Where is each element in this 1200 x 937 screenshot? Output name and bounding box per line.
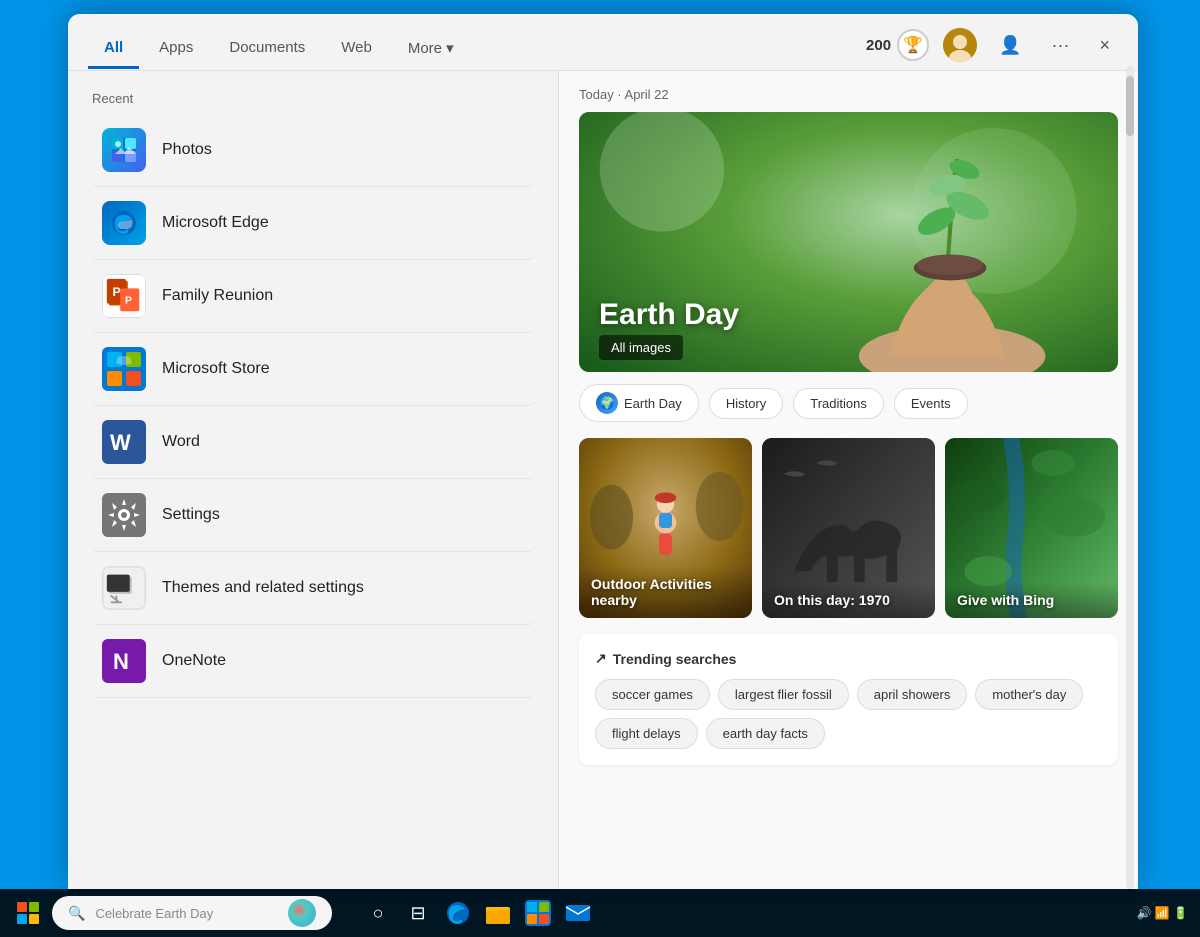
word-icon: W <box>102 420 146 464</box>
taskbar-multitask-icon[interactable]: ⊟ <box>400 895 436 931</box>
card-give[interactable]: Give with Bing <box>945 438 1118 618</box>
tags-row: 🌍 Earth Day History Traditions Events <box>579 384 1118 422</box>
trend-chip[interactable]: april showers <box>857 679 968 710</box>
tag-traditions[interactable]: Traditions <box>793 388 884 419</box>
trend-chip[interactable]: earth day facts <box>706 718 825 749</box>
taskbar-search-box[interactable]: 🔍 Celebrate Earth Day <box>52 896 332 930</box>
date-label: Today · April 22 <box>579 87 1118 102</box>
tag-label: Events <box>911 396 951 411</box>
app-name-store: Microsoft Store <box>162 360 270 378</box>
score-number: 200 <box>866 37 891 54</box>
card-outdoor[interactable]: Outdoor Activities nearby <box>579 438 752 618</box>
tag-label: Traditions <box>810 396 867 411</box>
list-item[interactable]: Settings <box>92 479 534 552</box>
search-magnifier-icon: 🔍 <box>68 905 85 922</box>
trend-chip[interactable]: flight delays <box>595 718 698 749</box>
svg-text:P: P <box>125 295 132 307</box>
list-item[interactable]: Microsoft Store <box>92 333 534 406</box>
list-item[interactable]: N OneNote <box>92 625 534 698</box>
tab-more[interactable]: More ▾ <box>392 29 470 70</box>
trophy-icon[interactable]: 🏆 <box>897 29 929 61</box>
tab-all[interactable]: All <box>88 29 139 69</box>
cards-row: Outdoor Activities nearby <box>579 438 1118 618</box>
taskbar-search-icon[interactable]: ○ <box>360 895 396 931</box>
hero-title: Earth Day <box>599 298 739 332</box>
taskbar-fileexplorer-icon[interactable] <box>480 895 516 931</box>
svg-text:W: W <box>110 430 131 455</box>
card-history-label: On this day: 1970 <box>762 582 935 618</box>
list-item[interactable]: P P Family Reunion <box>92 260 534 333</box>
settings-icon <box>102 493 146 537</box>
scrollbar-track[interactable] <box>1126 71 1134 889</box>
tag-events[interactable]: Events <box>894 388 968 419</box>
taskbar-search-text: Celebrate Earth Day <box>95 906 278 921</box>
list-item[interactable]: Themes and related settings <box>92 552 534 625</box>
trend-chip[interactable]: soccer games <box>595 679 710 710</box>
list-item[interactable]: Photos <box>92 114 534 187</box>
card-history[interactable]: On this day: 1970 <box>762 438 935 618</box>
left-panel: Recent Photos <box>68 71 558 889</box>
hero-image[interactable]: Earth Day All images <box>579 112 1118 372</box>
tag-label: History <box>726 396 766 411</box>
close-button[interactable]: × <box>1091 31 1118 60</box>
tab-documents[interactable]: Documents <box>213 29 321 69</box>
tab-web[interactable]: Web <box>325 29 388 69</box>
trending-section: ↗ Trending searches soccer games largest… <box>579 634 1118 765</box>
app-name-onenote: OneNote <box>162 652 226 670</box>
hero-badge[interactable]: All images <box>599 335 683 360</box>
onenote-icon: N <box>102 639 146 683</box>
app-name-settings: Settings <box>162 506 220 524</box>
trend-chips: soccer games largest flier fossil april … <box>595 679 1102 749</box>
system-tray[interactable]: 🔊 📶 🔋 <box>1137 906 1189 920</box>
avatar[interactable] <box>943 28 977 62</box>
nav-right-controls: 200 🏆 👤 ··· × <box>866 28 1118 70</box>
more-options-icon[interactable]: ··· <box>1044 31 1078 60</box>
trend-chip[interactable]: largest flier fossil <box>718 679 849 710</box>
start-button[interactable] <box>12 897 44 929</box>
edge-icon <box>102 201 146 245</box>
globe-icon: 🌍 <box>596 392 618 414</box>
top-nav: All Apps Documents Web More ▾ 200 🏆 👤 ··… <box>68 14 1138 71</box>
list-item[interactable]: Microsoft Edge <box>92 187 534 260</box>
taskbar-icons: ○ ⊟ <box>360 895 596 931</box>
app-name-edge: Microsoft Edge <box>162 214 269 232</box>
store-icon <box>102 347 146 391</box>
card-outdoor-label: Outdoor Activities nearby <box>579 566 752 618</box>
taskbar: 🔍 Celebrate Earth Day ○ ⊟ <box>0 889 1200 937</box>
svg-text:N: N <box>113 649 129 674</box>
panel-body: Recent Photos <box>68 71 1138 889</box>
svg-text:P: P <box>113 285 121 299</box>
taskbar-edge-icon[interactable] <box>440 895 476 931</box>
windows-logo-icon <box>17 902 39 924</box>
app-name-themes: Themes and related settings <box>162 579 364 597</box>
app-name-word: Word <box>162 433 200 451</box>
taskbar-right: 🔊 📶 🔋 <box>1137 906 1189 920</box>
ppt-icon: P P <box>102 274 146 318</box>
recent-label: Recent <box>92 91 534 106</box>
list-item[interactable]: W Word <box>92 406 534 479</box>
app-name-photos: Photos <box>162 141 212 159</box>
bing-ball-icon <box>288 899 316 927</box>
tab-apps[interactable]: Apps <box>143 29 209 69</box>
photos-icon <box>102 128 146 172</box>
trending-arrow-icon: ↗ <box>595 650 607 667</box>
card-give-label: Give with Bing <box>945 582 1118 618</box>
trending-title: ↗ Trending searches <box>595 650 1102 667</box>
trend-chip[interactable]: mother's day <box>975 679 1083 710</box>
person-icon[interactable]: 👤 <box>991 31 1029 60</box>
taskbar-mail-icon[interactable] <box>560 895 596 931</box>
app-name-familyreunion: Family Reunion <box>162 287 273 305</box>
tag-label: Earth Day <box>624 396 682 411</box>
tag-earthday[interactable]: 🌍 Earth Day <box>579 384 699 422</box>
scrollbar-thumb[interactable] <box>1126 76 1134 136</box>
taskbar-store-icon[interactable] <box>520 895 556 931</box>
themes-icon <box>102 566 146 610</box>
search-panel: All Apps Documents Web More ▾ 200 🏆 👤 ··… <box>68 14 1138 889</box>
tag-history[interactable]: History <box>709 388 783 419</box>
right-panel: Today · April 22 <box>558 71 1138 889</box>
score-display: 200 🏆 <box>866 29 929 61</box>
